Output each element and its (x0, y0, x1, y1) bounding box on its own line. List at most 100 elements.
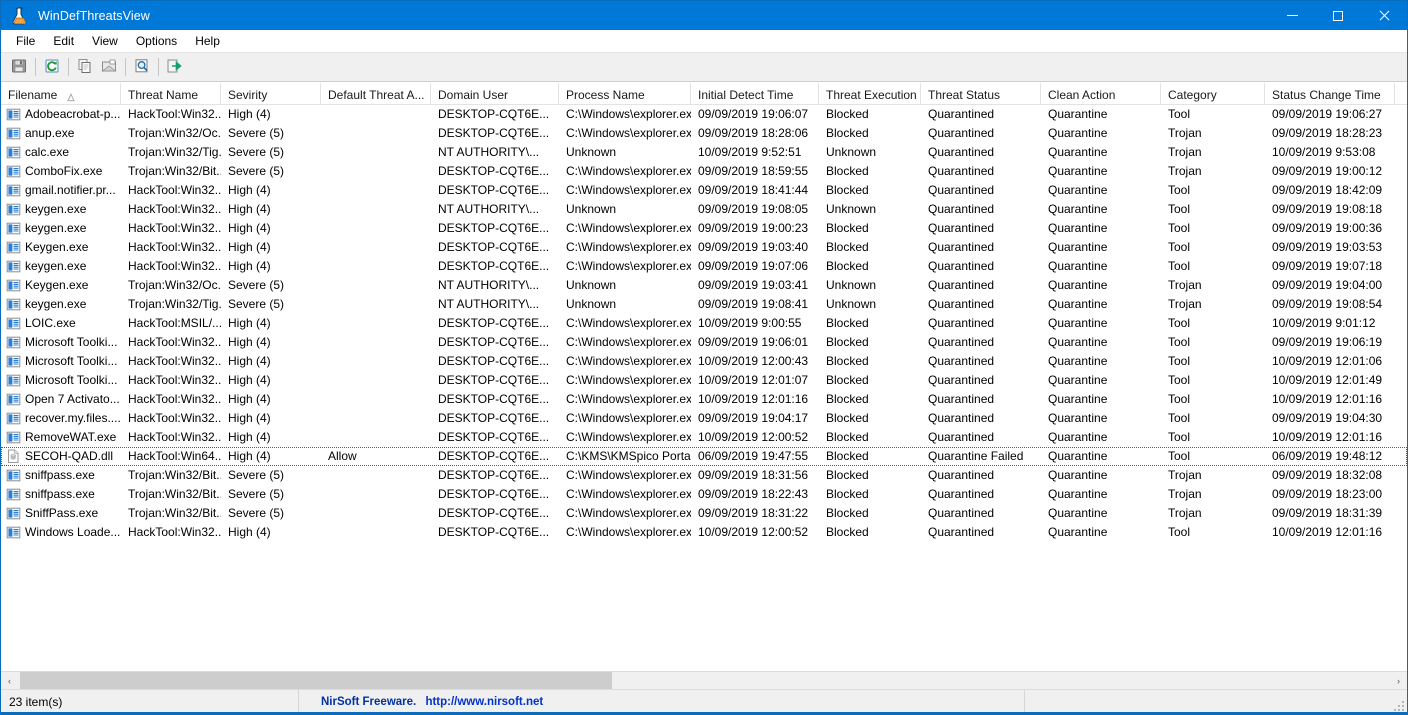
table-row[interactable]: Microsoft Toolki... HackTool:Win32... High… (1, 371, 1407, 390)
cell-domain-user: DESKTOP-CQT6E... (438, 316, 550, 330)
table-row[interactable]: keygen.exe Trojan:Win32/Tig... Severe (5) N… (1, 295, 1407, 314)
cell-domain-user: NT AUTHORITY\... (438, 202, 540, 216)
cell-status-change-time: 10/09/2019 12:01:16 (1272, 525, 1383, 539)
cell-filename: keygen.exe (1, 257, 121, 276)
scroll-right-button[interactable]: › (1390, 672, 1407, 689)
cell-initial-detect-time: 09/09/2019 18:59:55 (698, 164, 809, 178)
cell-threat-execution-s: Blocked (826, 126, 869, 140)
cell-threat-name: HackTool:Win32... (128, 202, 221, 216)
exe-file-icon (6, 430, 21, 445)
table-row[interactable]: keygen.exe HackTool:Win32... High (4) NT AU… (1, 200, 1407, 219)
table-row[interactable]: Microsoft Toolki... HackTool:Win32... High… (1, 333, 1407, 352)
cell-status-change-time: 09/09/2019 19:06:27 (1272, 107, 1383, 121)
cell-threat-execution-s: Blocked (826, 525, 869, 539)
table-row[interactable]: recover.my.files.... HackTool:Win32... Hig… (1, 409, 1407, 428)
scrollbar-track[interactable] (18, 672, 1390, 689)
table-row[interactable]: RemoveWAT.exe HackTool:Win32... High (4) DE… (1, 428, 1407, 447)
scroll-left-button[interactable]: ‹ (1, 672, 18, 689)
exe-file-icon (6, 525, 21, 540)
filename-text: anup.exe (25, 126, 75, 140)
column-header-threat-execution-s[interactable]: Threat Execution S... (819, 83, 921, 104)
cell-status-change-time: 10/09/2019 12:01:49 (1272, 373, 1383, 387)
cell-default-threat-a: Allow (328, 449, 357, 463)
cell-threat-name: Trojan:Win32/Bit... (128, 506, 221, 520)
menu-help[interactable]: Help (186, 32, 229, 50)
copy-button[interactable] (73, 56, 96, 78)
table-row[interactable]: LOIC.exe HackTool:MSIL/... High (4) DESKTOP… (1, 314, 1407, 333)
window-bottom-edge (1, 712, 1407, 714)
cell-threat-name: Trojan:Win32/Bit... (128, 468, 221, 482)
table-row[interactable]: Open 7 Activato... HackTool:Win32... High … (1, 390, 1407, 409)
close-button[interactable] (1361, 1, 1407, 30)
menu-view[interactable]: View (83, 32, 127, 50)
table-row[interactable]: sniffpass.exe Trojan:Win32/Bit... Severe (… (1, 466, 1407, 485)
properties-button[interactable] (97, 56, 120, 78)
cell-clean-action: Quarantine (1048, 392, 1108, 406)
cell-clean-action: Quarantine (1048, 145, 1108, 159)
find-button[interactable] (130, 56, 153, 78)
cell-status-change-time: 10/09/2019 9:53:08 (1272, 145, 1376, 159)
scrollbar-thumb[interactable] (20, 672, 612, 689)
cell-filename: calc.exe (1, 143, 121, 162)
minimize-button[interactable] (1269, 1, 1315, 30)
cell-initial-detect-time: 10/09/2019 12:01:16 (698, 392, 809, 406)
column-header-threat-status[interactable]: Threat Status (921, 83, 1041, 104)
cell-threat-status: Quarantined (928, 354, 995, 368)
table-row[interactable]: calc.exe Trojan:Win32/Tig... Severe (5) NT … (1, 143, 1407, 162)
cell-filename: ComboFix.exe (1, 162, 121, 181)
cell-filename: sniffpass.exe (1, 466, 121, 485)
cell-filename: SniffPass.exe (1, 504, 121, 523)
nirsoft-url[interactable]: http://www.nirsoft.net (425, 696, 543, 708)
refresh-button[interactable] (40, 56, 63, 78)
html-report-button[interactable] (163, 56, 186, 78)
cell-category: Tool (1168, 449, 1191, 463)
table-row[interactable]: Windows Loade... HackTool:Win32... High (4… (1, 523, 1407, 542)
column-header-threat-name[interactable]: Threat Name (121, 83, 221, 104)
table-row[interactable]: SniffPass.exe Trojan:Win32/Bit... Severe (… (1, 504, 1407, 523)
table-row[interactable]: keygen.exe HackTool:Win32... High (4) DESKT… (1, 257, 1407, 276)
cell-process-name: Unknown (566, 145, 617, 159)
cell-threat-execution-s: Blocked (826, 240, 869, 254)
menu-options[interactable]: Options (127, 32, 186, 50)
cell-status-change-time: 10/09/2019 12:01:06 (1272, 354, 1383, 368)
table-row[interactable]: Microsoft Toolki... HackTool:Win32... High… (1, 352, 1407, 371)
column-header-status-change-time[interactable]: Status Change Time (1265, 83, 1395, 104)
cell-initial-detect-time: 09/09/2019 19:06:07 (698, 107, 809, 121)
cell-category: Trojan (1168, 506, 1202, 520)
column-header-label: Initial Detect Time (698, 88, 794, 102)
table-row[interactable]: SECOH-QAD.dll HackTool:Win64... High (4) Al… (1, 447, 1407, 466)
filename-text: sniffpass.exe (25, 468, 95, 482)
exe-file-icon (6, 506, 21, 521)
window-controls (1269, 1, 1407, 30)
table-row[interactable]: ComboFix.exe Trojan:Win32/Bit... Severe (5… (1, 162, 1407, 181)
table-row[interactable]: anup.exe Trojan:Win32/Oc... Severe (5) DESK… (1, 124, 1407, 143)
menu-edit[interactable]: Edit (44, 32, 83, 50)
maximize-button[interactable] (1315, 1, 1361, 30)
table-row[interactable]: Keygen.exe HackTool:Win32... High (4) DESKT… (1, 238, 1407, 257)
column-header-process-name[interactable]: Process Name (559, 83, 691, 104)
table-row[interactable]: sniffpass.exe Trojan:Win32/Bit... Severe (… (1, 485, 1407, 504)
cell-initial-detect-time: 09/09/2019 19:06:01 (698, 335, 809, 349)
table-row[interactable]: keygen.exe HackTool:Win32... High (4) DESKT… (1, 219, 1407, 238)
cell-process-name: C:\Windows\explorer.exe (566, 354, 691, 368)
column-header-initial-detect-time[interactable]: Initial Detect Time (691, 83, 819, 104)
column-header-sevirity[interactable]: Sevirity (221, 83, 321, 104)
column-header-category[interactable]: Category (1161, 83, 1265, 104)
column-header-domain-user[interactable]: Domain User (431, 83, 559, 104)
table-row[interactable]: gmail.notifier.pr... HackTool:Win32... Hig… (1, 181, 1407, 200)
menu-file[interactable]: File (7, 32, 44, 50)
cell-threat-execution-s: Blocked (826, 430, 869, 444)
column-header-clean-action[interactable]: Clean Action (1041, 83, 1161, 104)
cell-category: Tool (1168, 525, 1191, 539)
cell-filename: recover.my.files.... (1, 409, 121, 428)
cell-initial-detect-time: 09/09/2019 19:00:23 (698, 221, 809, 235)
horizontal-scrollbar[interactable]: ‹ › (1, 671, 1407, 689)
cell-sevirity: High (4) (228, 259, 271, 273)
cell-threat-name: Trojan:Win32/Bit... (128, 487, 221, 501)
table-row[interactable]: Adobeacrobat-p... HackTool:Win32... High (… (1, 105, 1407, 124)
resize-grip-icon[interactable] (1392, 699, 1404, 711)
table-row[interactable]: Keygen.exe Trojan:Win32/Oc... Severe (5) NT… (1, 276, 1407, 295)
column-header-default-threat-a[interactable]: Default Threat A... (321, 83, 431, 104)
save-button[interactable] (7, 56, 30, 78)
column-header-filename[interactable]: Filename (1, 83, 121, 104)
